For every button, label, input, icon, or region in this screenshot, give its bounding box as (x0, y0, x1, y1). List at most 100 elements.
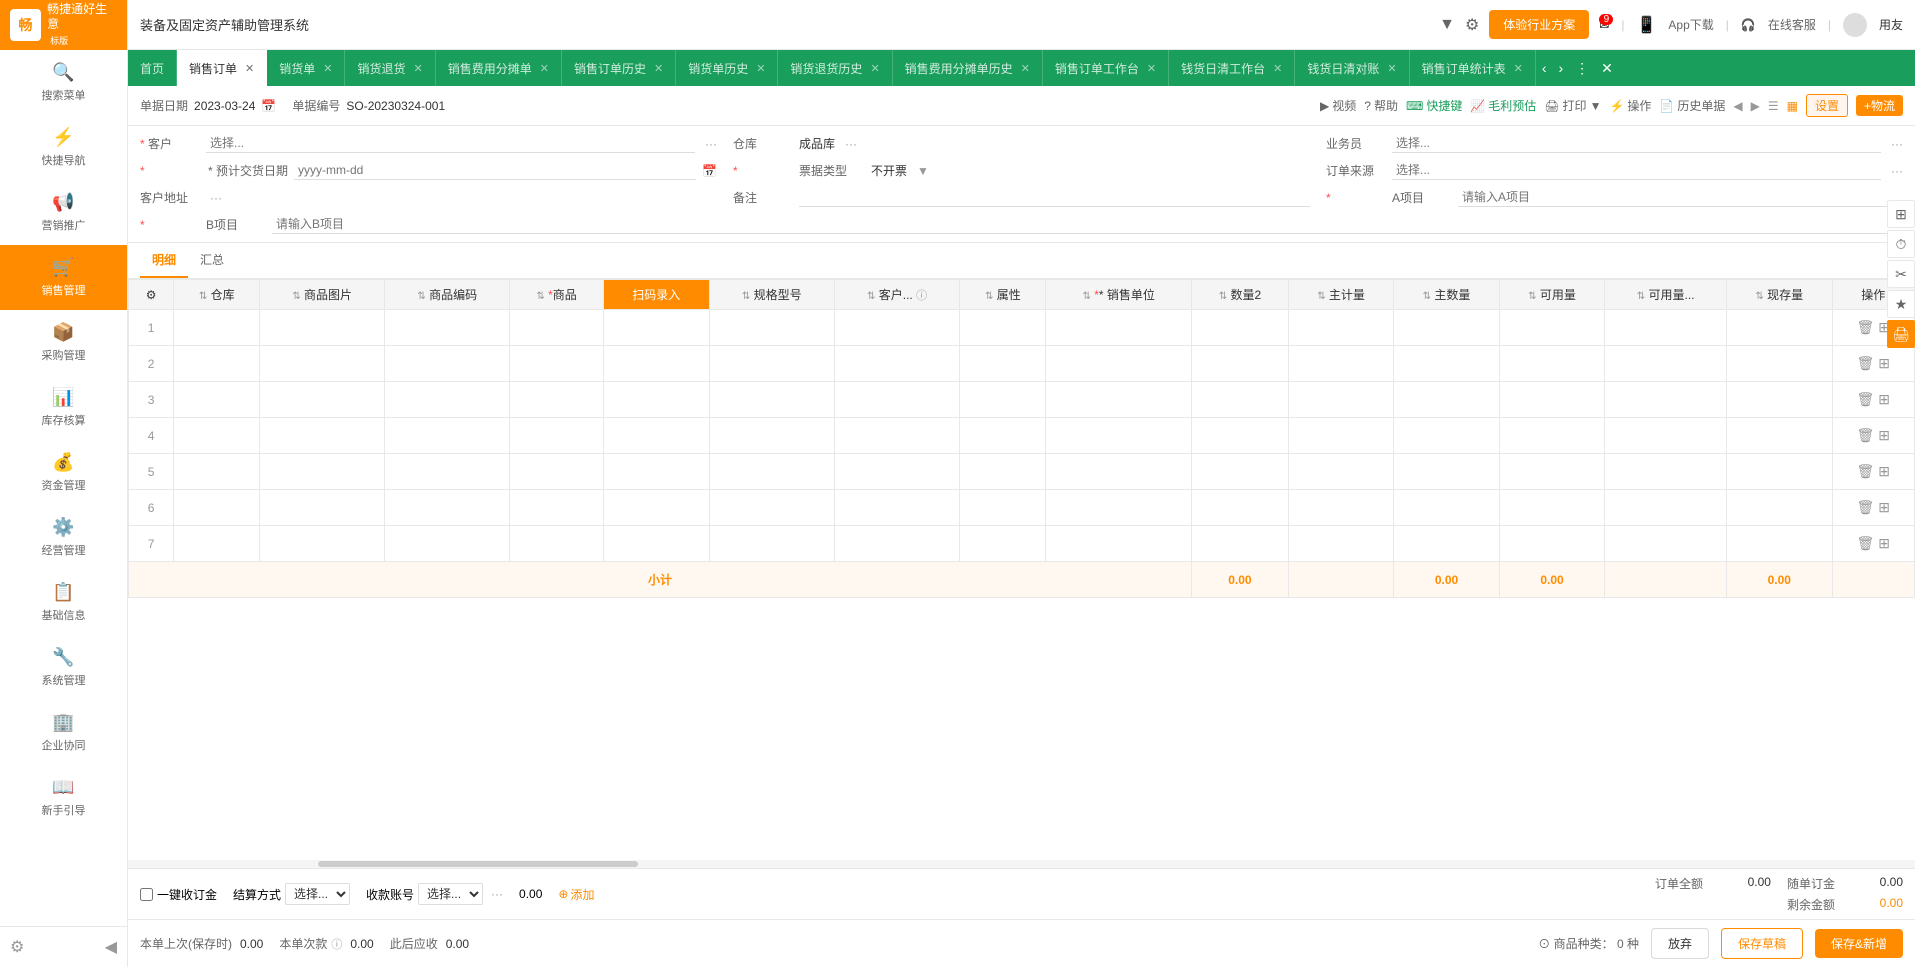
delete-btn-3[interactable]: 🗑 (1857, 391, 1875, 408)
notification-area[interactable]: ✉ 9 (1599, 18, 1609, 32)
tab-order-history[interactable]: 销售订单历史 ✕ (562, 50, 676, 86)
tab-cash-workbench[interactable]: 钱货日清工作台 ✕ (1169, 50, 1295, 86)
app-download-icon[interactable]: 📱 (1636, 15, 1656, 35)
tab-close-expense-history[interactable]: ✕ (1021, 62, 1030, 75)
sidebar-item-search[interactable]: 🔍 搜索菜单 (0, 50, 127, 115)
tab-menu-btn[interactable]: ⋮ (1569, 60, 1595, 77)
profit-btn[interactable]: 📈 毛利预估 (1470, 97, 1536, 114)
delete-btn-5[interactable]: 🗑 (1857, 463, 1875, 480)
th-sku[interactable]: ⇅ 商品编码 (385, 280, 510, 310)
th-unit[interactable]: ⇅ ** 销售单位 (1046, 280, 1192, 310)
project-b-input[interactable] (272, 215, 1903, 234)
th-main-qty[interactable]: ⇅ 主数量 (1394, 280, 1499, 310)
sidebar-item-operations[interactable]: ⚙️ 经营管理 (0, 505, 127, 570)
order-source-more-btn[interactable]: ··· (1891, 164, 1903, 178)
tab-return[interactable]: 销货退货 ✕ (345, 50, 435, 86)
calendar-icon[interactable]: 📅 (261, 99, 276, 113)
sidebar-item-purchase[interactable]: 📦 采购管理 (0, 310, 127, 375)
print-btn[interactable]: 🖨 打印 ▼ (1544, 97, 1601, 114)
th-product[interactable]: ⇅ *商品 (510, 280, 604, 310)
delete-btn-6[interactable]: 🗑 (1857, 499, 1875, 516)
th-settings[interactable]: ⚙ (129, 280, 174, 310)
right-panel-btn-3[interactable]: ✂ (1887, 260, 1915, 288)
customer-input[interactable] (206, 134, 695, 153)
tab-close-all-btn[interactable]: ✕ (1595, 60, 1619, 77)
copy-btn-4[interactable]: ⊞ (1878, 427, 1890, 444)
delivery-input[interactable] (294, 161, 696, 180)
save-new-button[interactable]: 保存&新增 (1815, 929, 1903, 958)
detail-tab-items[interactable]: 明细 (140, 243, 188, 278)
sidebar-item-inventory[interactable]: 📊 库存核算 (0, 375, 127, 440)
help-btn[interactable]: ? 帮助 (1364, 97, 1398, 114)
th-stock[interactable]: ⇅ 现存量 (1727, 280, 1832, 310)
nav-next-btn[interactable]: ▶ (1751, 99, 1760, 113)
th-main-unit[interactable]: ⇅ 主计量 (1288, 280, 1393, 310)
copy-btn-3[interactable]: ⊞ (1878, 391, 1890, 408)
tab-close-sales-bill[interactable]: ✕ (323, 62, 332, 75)
right-panel-btn-5[interactable]: 🖨 (1887, 320, 1915, 348)
copy-btn-7[interactable]: ⊞ (1878, 535, 1890, 552)
account-select[interactable]: 选择... (418, 883, 483, 905)
account-more-btn[interactable]: ··· (491, 887, 503, 901)
tab-report[interactable]: 销售订单统计表 ✕ (1410, 50, 1536, 86)
material-btn[interactable]: +物流 (1856, 95, 1903, 116)
tab-close-bill-history[interactable]: ✕ (756, 62, 765, 75)
tab-close-reconcile[interactable]: ✕ (1387, 62, 1396, 75)
right-panel-btn-2[interactable]: ⏱ (1887, 230, 1915, 258)
tab-expense[interactable]: 销售费用分摊单 ✕ (436, 50, 562, 86)
tab-next-btn[interactable]: › (1553, 60, 1570, 76)
delete-btn-1[interactable]: 🗑 (1857, 319, 1875, 336)
tab-workbench[interactable]: 销售订单工作台 ✕ (1043, 50, 1169, 86)
th-customer-code[interactable]: ⇅ 客户... ⓘ (834, 280, 960, 310)
tab-sales-order[interactable]: 销售订单 ✕ (177, 50, 267, 86)
setting-btn[interactable]: 设置 (1806, 94, 1848, 117)
tab-bill-history[interactable]: 销货单历史 ✕ (676, 50, 778, 86)
scroll-area[interactable] (128, 860, 1915, 868)
th-available2[interactable]: ⇅ 可用量... (1605, 280, 1727, 310)
dropdown-icon[interactable]: ▼ (1439, 16, 1455, 34)
remark-input[interactable] (799, 188, 1310, 207)
copy-btn-5[interactable]: ⊞ (1878, 463, 1890, 480)
sidebar-item-marketing[interactable]: 📢 营销推广 (0, 180, 127, 245)
th-scan[interactable]: 扫码录入 (603, 280, 709, 310)
tab-return-history[interactable]: 销货退货历史 ✕ (778, 50, 892, 86)
detail-tab-summary[interactable]: 汇总 (188, 243, 236, 278)
add-item-btn[interactable]: ⊕ 添加 (558, 886, 594, 903)
sidebar-item-enterprise[interactable]: 🏢 企业协同 (0, 700, 127, 765)
tab-sales-bill[interactable]: 销货单 ✕ (267, 50, 345, 86)
delete-btn-2[interactable]: 🗑 (1857, 355, 1875, 372)
sidebar-item-quick[interactable]: ⚡ 快捷导航 (0, 115, 127, 180)
trial-button[interactable]: 体验行业方案 (1489, 10, 1589, 39)
invoice-dropdown-icon[interactable]: ▼ (917, 164, 929, 178)
salesperson-more-btn[interactable]: ··· (1891, 137, 1903, 151)
payment-method-select[interactable]: 选择... (285, 883, 350, 905)
delete-btn-4[interactable]: 🗑 (1857, 427, 1875, 444)
th-image[interactable]: ⇅ 商品图片 (260, 280, 385, 310)
right-panel-btn-1[interactable]: ⊞ (1887, 200, 1915, 228)
address-more-btn[interactable]: ··· (210, 191, 222, 205)
th-warehouse[interactable]: ⇅ 仓库 (174, 280, 260, 310)
th-qty2[interactable]: ⇅ 数量2 (1192, 280, 1289, 310)
tab-home[interactable]: 首页 (128, 50, 177, 86)
preview-btn[interactable]: ▶ 视频 (1320, 97, 1356, 114)
scroll-thumb[interactable] (318, 861, 638, 867)
tab-close-order-history[interactable]: ✕ (654, 62, 663, 75)
delivery-calendar-icon[interactable]: 📅 (702, 164, 717, 178)
tab-expense-history[interactable]: 销售费用分摊单历史 ✕ (893, 50, 1043, 86)
view-grid-btn[interactable]: ▦ (1787, 99, 1798, 113)
save-draft-button[interactable]: 保存草稿 (1721, 928, 1803, 959)
nav-prev-btn[interactable]: ◀ (1733, 99, 1742, 113)
project-a-input[interactable] (1458, 188, 1903, 207)
tab-close-sales-order[interactable]: ✕ (245, 62, 254, 75)
right-panel-btn-4[interactable]: ★ (1887, 290, 1915, 318)
tab-close-cash-workbench[interactable]: ✕ (1273, 62, 1282, 75)
sidebar-item-system[interactable]: 🔧 系统管理 (0, 635, 127, 700)
tab-close-expense[interactable]: ✕ (540, 62, 549, 75)
salesperson-input[interactable] (1392, 134, 1881, 153)
copy-btn-2[interactable]: ⊞ (1878, 355, 1890, 372)
th-spec[interactable]: ⇅ 规格型号 (709, 280, 834, 310)
collapse-icon[interactable]: ◀ (105, 937, 117, 957)
tab-close-return[interactable]: ✕ (414, 62, 423, 75)
discard-button[interactable]: 放弃 (1651, 928, 1709, 959)
th-attribute[interactable]: ⇅ 属性 (960, 280, 1046, 310)
